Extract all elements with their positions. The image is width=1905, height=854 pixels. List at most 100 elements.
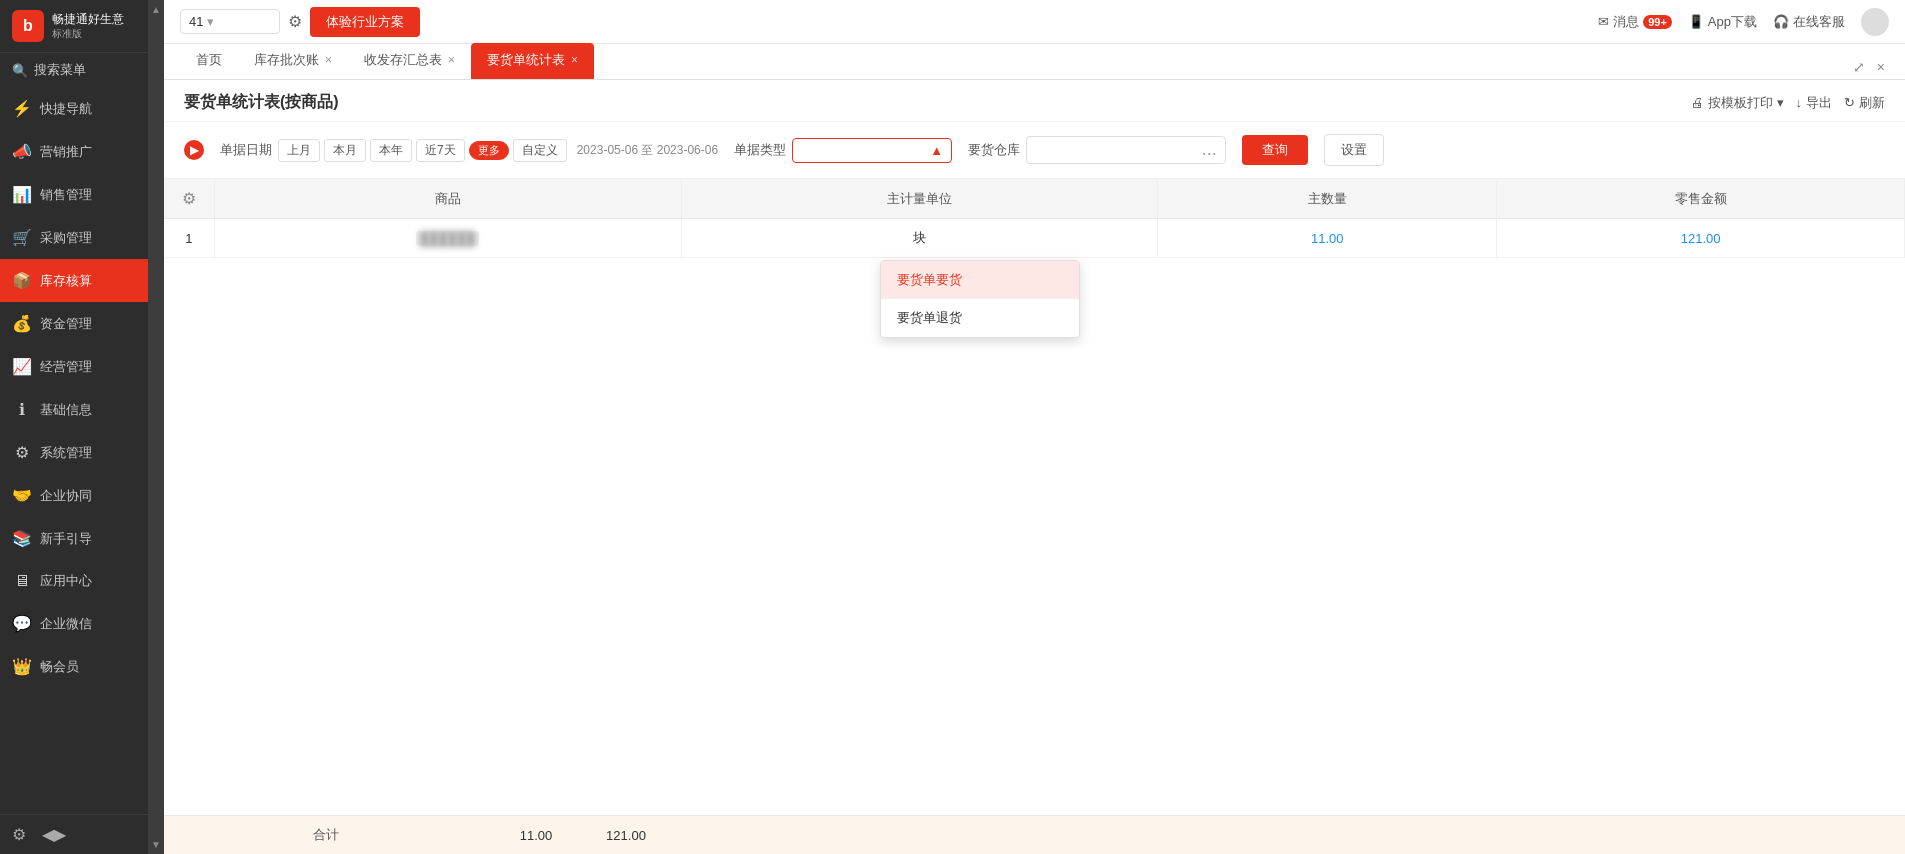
sidebar-item-purchase[interactable]: 🛒 采购管理: [0, 216, 148, 259]
sidebar-item-label: 系统管理: [40, 444, 92, 462]
tab-home-label: 首页: [196, 51, 222, 69]
sidebar-item-enterprise[interactable]: 🤝 企业协同: [0, 474, 148, 517]
print-chevron: ▾: [1777, 95, 1784, 110]
sidebar-settings-btn[interactable]: ⚙: [12, 825, 26, 844]
tab-order-stats[interactable]: 要货单统计表 ×: [471, 43, 594, 79]
sidebar-item-system[interactable]: ⚙ 系统管理: [0, 431, 148, 474]
sidebar-item-inventory[interactable]: 📦 库存核算: [0, 259, 148, 302]
sidebar-item-app-center[interactable]: 🖥 应用中心: [0, 560, 148, 602]
tab-order-stats-close[interactable]: ×: [571, 53, 578, 67]
tab-inventory-batch-close[interactable]: ×: [325, 53, 332, 67]
sidebar-logo: b 畅捷通好生意 标准版: [0, 0, 148, 53]
table-row: 1 ██████ 块 11.00 121.00: [164, 219, 1905, 258]
type-dropdown: 要货单要货 要货单退货: [880, 260, 1080, 338]
dropdown-item-1[interactable]: 要货单要货: [881, 261, 1079, 299]
tab-order-stats-label: 要货单统计表: [487, 51, 565, 69]
tab-actions: ⤢ ×: [1849, 55, 1889, 79]
online-service-action[interactable]: 🎧 在线客服: [1773, 13, 1845, 31]
sales-icon: 📊: [12, 185, 32, 204]
scroll-up-arrow[interactable]: ▲: [151, 4, 161, 15]
system-icon: ⚙: [12, 443, 32, 462]
logo-text: 畅捷通好生意 标准版: [52, 12, 124, 41]
settings-icon: ⚙: [182, 190, 196, 207]
date-this-month-btn[interactable]: 本月: [324, 139, 366, 162]
sidebar-item-basic-info[interactable]: ℹ 基础信息: [0, 388, 148, 431]
sidebar-item-member[interactable]: 👑 畅会员: [0, 645, 148, 688]
settings-btn[interactable]: 设置: [1324, 134, 1384, 166]
quick-nav-icon: ⚡: [12, 99, 32, 118]
dropdown-item-2[interactable]: 要货单退货: [881, 299, 1079, 337]
tab-collect-summary-close[interactable]: ×: [448, 53, 455, 67]
date-custom-btn[interactable]: 自定义: [513, 139, 567, 162]
store-selector[interactable]: 41 ▾: [180, 9, 280, 34]
main-area: 41 ▾ ⚙ 体验行业方案 ✉ 消息 99+ 📱 App下载 🎧 在线客服: [164, 0, 1905, 854]
sidebar-item-guide[interactable]: 📚 新手引导: [0, 517, 148, 560]
user-avatar[interactable]: [1861, 8, 1889, 36]
page-header: 要货单统计表(按商品) 🖨 按模板打印 ▾ ↓ 导出 ↻ 刷新: [164, 80, 1905, 122]
date-more-btn[interactable]: 更多: [469, 141, 509, 160]
date-last-7days-btn[interactable]: 近7天: [416, 139, 465, 162]
th-unit: 主计量单位: [681, 179, 1158, 219]
type-select[interactable]: ▲: [792, 138, 952, 163]
query-btn[interactable]: 查询: [1242, 135, 1308, 165]
footer-quantity: 11.00: [476, 828, 576, 843]
sidebar-item-label: 新手引导: [40, 530, 92, 548]
table-footer: 合计 11.00 121.00: [164, 815, 1905, 854]
tab-close-all-btn[interactable]: ×: [1873, 55, 1889, 79]
filter-expand-btn[interactable]: ▶: [184, 140, 204, 160]
th-product: 商品: [214, 179, 681, 219]
trial-btn[interactable]: 体验行业方案: [310, 7, 420, 37]
warehouse-select[interactable]: …: [1026, 136, 1226, 164]
sidebar-bottom: ⚙ ◀▶: [0, 814, 148, 854]
tab-collect-summary[interactable]: 收发存汇总表 ×: [348, 43, 471, 79]
warehouse-more-btn[interactable]: …: [1201, 141, 1217, 159]
scroll-down-arrow[interactable]: ▼: [151, 839, 161, 850]
message-action[interactable]: ✉ 消息 99+: [1598, 13, 1672, 31]
sidebar-item-sales[interactable]: 📊 销售管理: [0, 173, 148, 216]
date-this-year-btn[interactable]: 本年: [370, 139, 412, 162]
content-area: 要货单统计表(按商品) 🖨 按模板打印 ▾ ↓ 导出 ↻ 刷新: [164, 80, 1905, 854]
headset-icon: 🎧: [1773, 14, 1789, 29]
search-menu-item[interactable]: 🔍 搜索菜单: [0, 53, 148, 87]
type-select-input[interactable]: [801, 143, 930, 158]
th-settings[interactable]: ⚙: [164, 179, 214, 219]
topbar-right: ✉ 消息 99+ 📱 App下载 🎧 在线客服: [1598, 8, 1889, 36]
sidebar-item-marketing[interactable]: 📣 营销推广: [0, 130, 148, 173]
logo-icon: b: [12, 10, 44, 42]
topbar-settings-icon[interactable]: ⚙: [288, 12, 302, 31]
row-quantity[interactable]: 11.00: [1158, 219, 1497, 258]
date-last-month-btn[interactable]: 上月: [278, 139, 320, 162]
page-actions: 🖨 按模板打印 ▾ ↓ 导出 ↻ 刷新: [1691, 94, 1886, 112]
tab-inventory-batch[interactable]: 库存批次账 ×: [238, 43, 348, 79]
tab-expand-btn[interactable]: ⤢: [1849, 55, 1869, 79]
sidebar-item-label: 快捷导航: [40, 100, 92, 118]
export-btn[interactable]: ↓ 导出: [1796, 94, 1833, 112]
tabs-bar: 首页 库存批次账 × 收发存汇总表 × 要货单统计表 × ⤢ ×: [164, 44, 1905, 80]
basic-info-icon: ℹ: [12, 400, 32, 419]
row-index: 1: [164, 219, 214, 258]
app-download-icon: 📱: [1688, 14, 1704, 29]
message-icon: ✉: [1598, 14, 1609, 29]
warehouse-filter-label: 要货仓库: [968, 141, 1020, 159]
inventory-icon: 📦: [12, 271, 32, 290]
sidebar-item-finance[interactable]: 💰 资金管理: [0, 302, 148, 345]
app-download-action[interactable]: 📱 App下载: [1688, 13, 1757, 31]
store-selector-chevron: ▾: [207, 14, 214, 29]
sidebar-scroll: ▲ ▼: [148, 0, 164, 854]
sidebar-collapse-btn[interactable]: ◀▶: [42, 825, 66, 844]
data-table: ⚙ 商品 主计量单位 主数量 零售金额 1 ██████: [164, 179, 1905, 258]
sidebar-item-wechat[interactable]: 💬 企业微信: [0, 602, 148, 645]
row-amount[interactable]: 121.00: [1497, 219, 1905, 258]
print-btn[interactable]: 🖨 按模板打印 ▾: [1691, 94, 1784, 112]
sidebar-item-label: 基础信息: [40, 401, 92, 419]
search-icon: 🔍: [12, 63, 28, 78]
warehouse-filter-item: 要货仓库 …: [968, 136, 1226, 164]
sidebar-item-operations[interactable]: 📈 经营管理: [0, 345, 148, 388]
refresh-btn[interactable]: ↻ 刷新: [1844, 94, 1885, 112]
print-label: 按模板打印: [1708, 94, 1773, 112]
online-service-label: 在线客服: [1793, 13, 1845, 31]
export-label: 导出: [1806, 94, 1832, 112]
tab-home[interactable]: 首页: [180, 43, 238, 79]
sidebar-item-label: 畅会员: [40, 658, 79, 676]
sidebar-item-quick-nav[interactable]: ⚡ 快捷导航: [0, 87, 148, 130]
